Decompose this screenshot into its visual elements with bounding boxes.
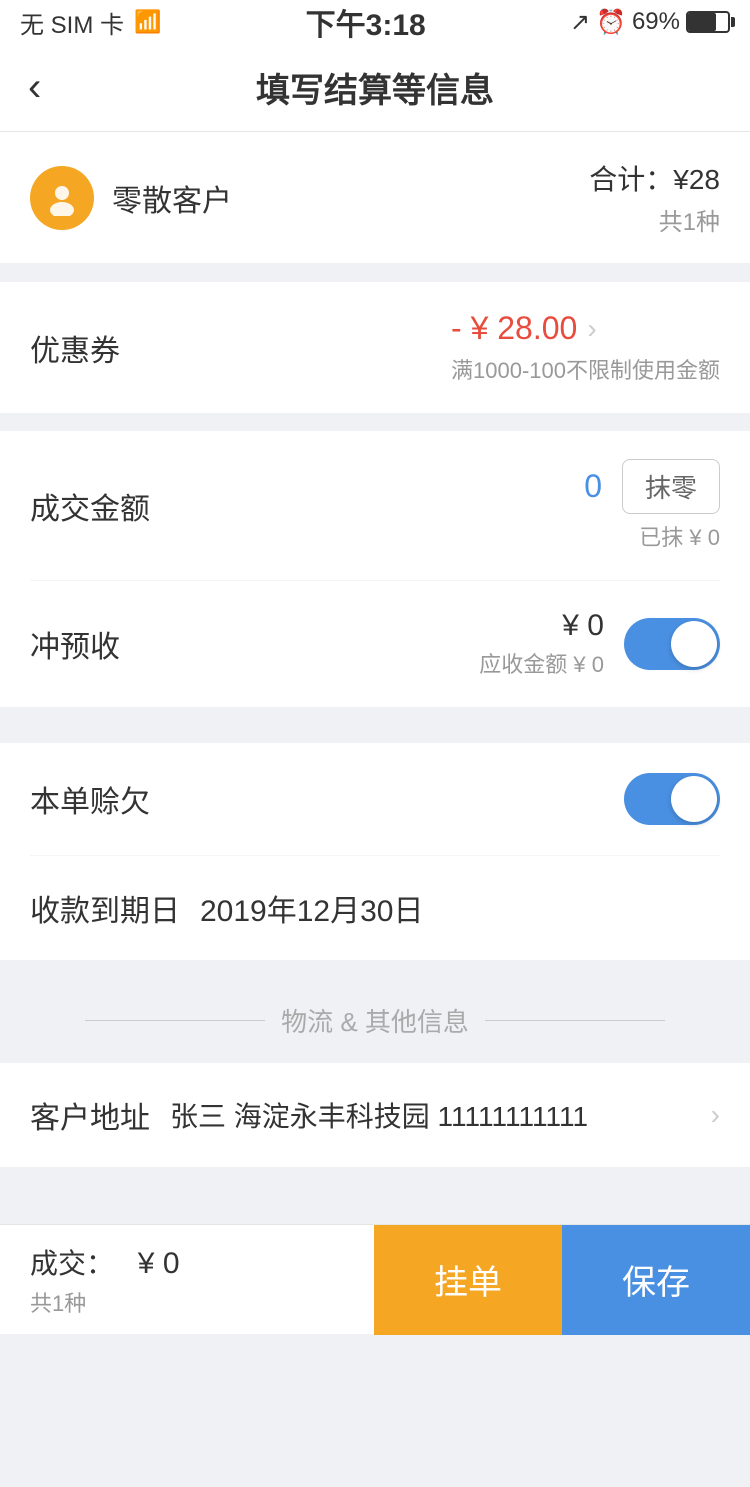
wifi-icon: 📶 bbox=[134, 9, 161, 35]
coupon-label: 优惠券 bbox=[30, 326, 120, 370]
credit-row: 本单赊欠 bbox=[30, 743, 720, 856]
back-button[interactable]: ‹ bbox=[28, 65, 41, 110]
due-date-label: 收款到期日 bbox=[30, 886, 180, 930]
transaction-section: 成交金额 0 抹零 已抹 ¥ 0 冲预收 ¥ 0 应收金额 ¥ 0 bbox=[0, 431, 750, 707]
already-rounded-label: 已抹 ¥ 0 bbox=[584, 520, 720, 552]
customer-count: 共1种 bbox=[589, 202, 720, 237]
coupon-section[interactable]: 优惠券 - ¥ 28.00 › 满1000-100不限制使用金额 bbox=[0, 282, 750, 413]
transaction-right: 0 抹零 已抹 ¥ 0 bbox=[584, 459, 720, 552]
due-date-value: 2019年12月30日 bbox=[200, 886, 423, 930]
page-title: 填写结算等信息 bbox=[256, 63, 494, 112]
logistics-header-text: 物流 & 其他信息 bbox=[30, 1002, 720, 1039]
transaction-input-row: 0 抹零 bbox=[584, 459, 720, 514]
coupon-desc: 满1000-100不限制使用金额 bbox=[451, 353, 720, 385]
address-chevron-icon: › bbox=[711, 1099, 720, 1131]
address-section[interactable]: 客户地址 张三 海淀永丰科技园 11111111111 › bbox=[0, 1063, 750, 1167]
status-bar: 无 SIM 卡 📶 下午3:18 ↗ ⏰ 69% bbox=[0, 0, 750, 44]
address-row[interactable]: 客户地址 张三 海淀永丰科技园 11111111111 › bbox=[30, 1063, 720, 1167]
credit-section: 本单赊欠 收款到期日 2019年12月30日 bbox=[0, 743, 750, 960]
address-value: 张三 海淀永丰科技园 11111111111 bbox=[170, 1095, 711, 1135]
alarm-icon: ⏰ bbox=[596, 8, 626, 37]
bottom-deal-label: 成交： bbox=[30, 1248, 114, 1279]
status-bar-left: 无 SIM 卡 📶 bbox=[20, 5, 161, 40]
due-date-row: 收款到期日 2019年12月30日 bbox=[30, 856, 720, 960]
hold-button-label: 挂单 bbox=[434, 1255, 502, 1304]
prepayment-amount: ¥ 0 bbox=[479, 609, 604, 643]
toggle-knob bbox=[671, 621, 717, 667]
bottom-info: 成交： ¥ 0 共1种 bbox=[0, 1242, 374, 1318]
nav-bar: ‹ 填写结算等信息 bbox=[0, 44, 750, 132]
prepayment-label: 冲预收 bbox=[30, 622, 120, 666]
logistics-label: 物流 & 其他信息 bbox=[281, 1002, 469, 1039]
prepayment-row: 冲预收 ¥ 0 应收金额 ¥ 0 bbox=[30, 581, 720, 707]
customer-avatar bbox=[30, 166, 94, 230]
coupon-right: - ¥ 28.00 › 满1000-100不限制使用金额 bbox=[451, 310, 720, 385]
carrier-label: 无 SIM 卡 bbox=[20, 5, 124, 40]
address-label: 客户地址 bbox=[30, 1093, 150, 1137]
hold-button[interactable]: 挂单 bbox=[374, 1225, 562, 1335]
coupon-chevron-icon: › bbox=[587, 313, 596, 345]
divider-1 bbox=[0, 264, 750, 282]
credit-toggle-knob bbox=[671, 776, 717, 822]
prepayment-right: ¥ 0 应收金额 ¥ 0 bbox=[479, 609, 720, 679]
customer-name: 零散客户 bbox=[112, 176, 232, 220]
customer-left: 零散客户 bbox=[30, 166, 232, 230]
divider-4 bbox=[0, 960, 750, 978]
save-button[interactable]: 保存 bbox=[562, 1225, 750, 1335]
credit-label: 本单赊欠 bbox=[30, 777, 150, 821]
location-icon: ↗ bbox=[570, 8, 590, 37]
prepayment-receivable: 应收金额 ¥ 0 bbox=[479, 647, 604, 679]
divider-2 bbox=[0, 413, 750, 431]
coupon-row[interactable]: 优惠券 - ¥ 28.00 › 满1000-100不限制使用金额 bbox=[0, 282, 750, 413]
bottom-deal-amount: ¥ 0 bbox=[138, 1247, 180, 1280]
bottom-deal-row: 成交： ¥ 0 bbox=[30, 1242, 344, 1282]
status-bar-time: 下午3:18 bbox=[306, 0, 426, 44]
customer-total: 合计：¥28 bbox=[589, 158, 720, 198]
prepayment-amount-block: ¥ 0 应收金额 ¥ 0 bbox=[479, 609, 604, 679]
logistics-header: 物流 & 其他信息 bbox=[0, 978, 750, 1063]
battery-icon bbox=[686, 11, 730, 33]
prepayment-toggle[interactable] bbox=[624, 618, 720, 670]
bottom-count: 共1种 bbox=[30, 1286, 344, 1318]
transaction-row: 成交金额 0 抹零 已抹 ¥ 0 bbox=[30, 431, 720, 581]
customer-section: 零散客户 合计：¥28 共1种 bbox=[0, 132, 750, 264]
customer-row: 零散客户 合计：¥28 共1种 bbox=[0, 132, 750, 264]
status-bar-right: ↗ ⏰ 69% bbox=[570, 8, 730, 37]
transaction-value[interactable]: 0 bbox=[584, 468, 602, 505]
round-off-button[interactable]: 抹零 bbox=[622, 459, 720, 514]
transaction-label: 成交金额 bbox=[30, 484, 150, 528]
coupon-amount-row: - ¥ 28.00 › bbox=[451, 310, 720, 347]
battery-label: 69% bbox=[632, 8, 680, 36]
coupon-amount: - ¥ 28.00 bbox=[451, 310, 577, 347]
save-button-label: 保存 bbox=[622, 1255, 690, 1304]
customer-right: 合计：¥28 共1种 bbox=[589, 158, 720, 237]
bottom-bar: 成交： ¥ 0 共1种 挂单 保存 bbox=[0, 1224, 750, 1334]
credit-toggle[interactable] bbox=[624, 773, 720, 825]
divider-3 bbox=[0, 707, 750, 725]
